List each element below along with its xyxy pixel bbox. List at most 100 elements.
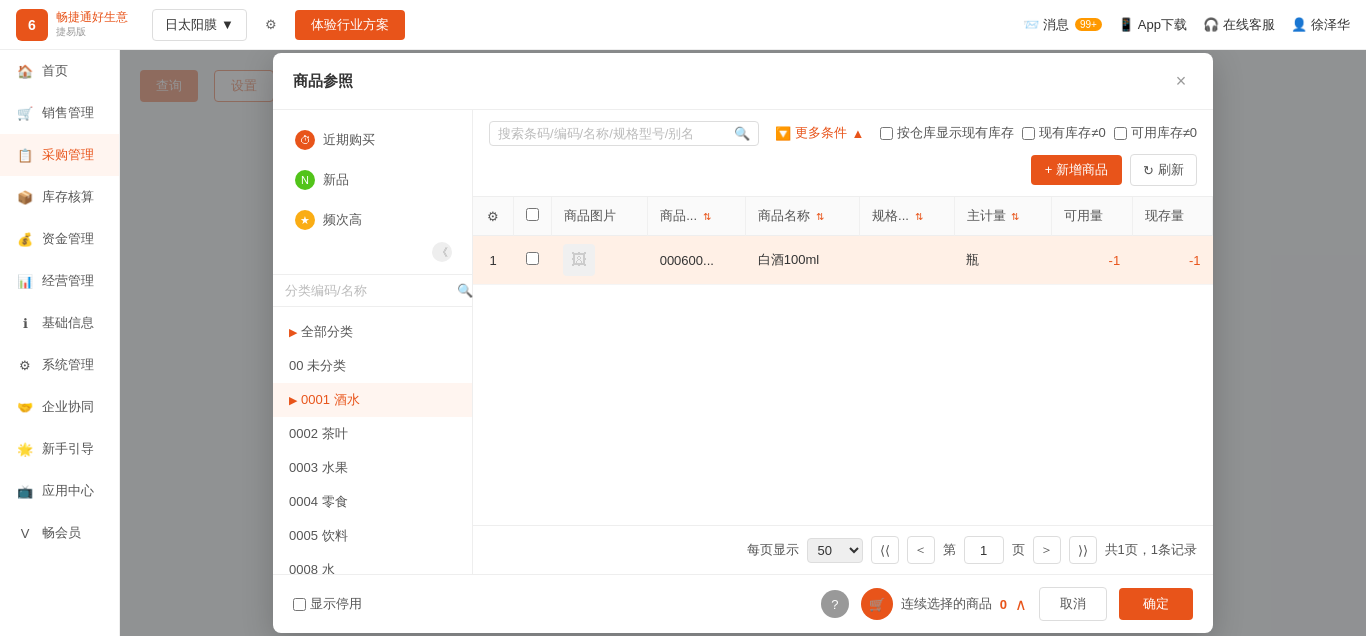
category-label: 0008 水 (289, 561, 335, 574)
modal-close-button[interactable]: × (1169, 69, 1193, 93)
last-page-button[interactable]: ⟩⟩ (1069, 536, 1097, 564)
first-page-button[interactable]: ⟨⟨ (871, 536, 899, 564)
table-row[interactable]: 1 🖼 000600... 白酒100ml (473, 236, 1213, 285)
category-0008[interactable]: 0008 水 (273, 553, 472, 574)
sidebar-item-apps[interactable]: 📺 应用中心 (0, 470, 119, 512)
user-menu[interactable]: 👤 徐泽华 (1291, 16, 1350, 34)
prev-page-button[interactable]: ＜ (907, 536, 935, 564)
cart-icon: 🛒 (16, 104, 34, 122)
sidebar-item-purchase[interactable]: 📋 采购管理 (0, 134, 119, 176)
show-disabled-checkbox[interactable]: 显示停用 (293, 595, 362, 613)
disabled-checkbox[interactable] (293, 598, 306, 611)
category-label: 0002 茶叶 (289, 425, 348, 443)
add-product-button[interactable]: + 新增商品 (1031, 155, 1122, 185)
checkbox-available[interactable]: 可用库存≠0 (1114, 124, 1197, 142)
category-0003[interactable]: 0003 水果 (273, 451, 472, 485)
per-page-select[interactable]: 50 10 20 100 (807, 538, 863, 563)
next-page-button[interactable]: ＞ (1033, 536, 1061, 564)
category-0005[interactable]: 0005 饮料 (273, 519, 472, 553)
sidebar-item-guide[interactable]: 🌟 新手引导 (0, 428, 119, 470)
customer-service[interactable]: 🎧 在线客服 (1203, 16, 1275, 34)
show-disabled-label: 显示停用 (310, 595, 362, 613)
cancel-button[interactable]: 取消 (1039, 587, 1107, 621)
category-0001[interactable]: ▶ 0001 酒水 (273, 383, 472, 417)
sidebar-item-home[interactable]: 🏠 首页 (0, 50, 119, 92)
phone-icon: 📱 (1118, 17, 1134, 32)
sidebar-item-inventory[interactable]: 📦 库存核算 (0, 176, 119, 218)
category-0002[interactable]: 0002 茶叶 (273, 417, 472, 451)
sidebar-item-info[interactable]: ℹ 基础信息 (0, 302, 119, 344)
sidebar-label-apps: 应用中心 (42, 482, 94, 500)
sidebar-item-member[interactable]: V 畅会员 (0, 512, 119, 554)
member-icon: V (16, 524, 34, 542)
user-name: 徐泽华 (1311, 16, 1350, 34)
td-code: 000600... (648, 236, 746, 285)
category-00[interactable]: 00 未分类 (273, 349, 472, 383)
sidebar-item-system[interactable]: ⚙ 系统管理 (0, 344, 119, 386)
checkbox-stock2[interactable]: 现有库存≠0 (1022, 124, 1105, 142)
th-name[interactable]: 商品名称 ⇅ (746, 197, 860, 236)
notifications[interactable]: 📨 消息 99+ (1023, 16, 1102, 34)
trial-button[interactable]: 体验行业方案 (295, 10, 405, 40)
td-spec (860, 236, 955, 285)
page-number-input[interactable] (964, 536, 1004, 564)
cart-collapse-button[interactable]: ∧ (1015, 595, 1027, 614)
th-code[interactable]: 商品... ⇅ (648, 197, 746, 236)
th-spec[interactable]: 规格... ⇅ (860, 197, 955, 236)
info-icon: ℹ (16, 314, 34, 332)
available-label: 可用库存≠0 (1131, 124, 1197, 142)
quick-recent[interactable]: ⏱ 近期购买 (285, 122, 460, 158)
checkbox-stock[interactable]: 按仓库显示现有库存 (880, 124, 1014, 142)
settings-icon[interactable]: ⚙ (255, 9, 287, 41)
category-all[interactable]: ▶ 全部分类 (273, 315, 472, 349)
avatar: 👤 (1291, 17, 1307, 32)
footer-right: ? 🛒 连续选择的商品 0 ∧ 取消 确定 (821, 587, 1193, 621)
category-label: 0005 饮料 (289, 527, 348, 545)
page-text: 第 (943, 541, 956, 559)
stock-checkbox[interactable] (880, 127, 893, 140)
td-image: 🖼 (551, 236, 648, 285)
refresh-button[interactable]: ↻ 刷新 (1130, 154, 1197, 186)
quick-new-label: 新品 (323, 171, 349, 189)
system-icon: ⚙ (16, 356, 34, 374)
td-available: -1 (1052, 236, 1132, 285)
td-check[interactable] (513, 236, 551, 285)
th-settings[interactable]: ⚙ (473, 197, 513, 236)
search-icon: 🔍 (734, 126, 750, 141)
category-arrow: ▶ (289, 326, 297, 339)
sidebar-item-collab[interactable]: 🤝 企业协同 (0, 386, 119, 428)
sidebar-item-sales[interactable]: 🛒 销售管理 (0, 92, 119, 134)
collapse-button[interactable]: 《 (432, 242, 452, 262)
th-available[interactable]: 可用量 (1052, 197, 1132, 236)
quick-recent-label: 近期购买 (323, 131, 375, 149)
search-box: 🔍 (489, 121, 759, 146)
modal-footer: 显示停用 ? 🛒 连续选择的商品 0 ∧ 取消 确定 (273, 574, 1213, 633)
help-icon[interactable]: ? (821, 590, 849, 618)
search-input[interactable] (498, 126, 730, 141)
td-stock: -1 (1132, 236, 1212, 285)
th-check[interactable] (513, 197, 551, 236)
filter-button[interactable]: 🔽 更多条件 ▲ (767, 120, 872, 146)
sidebar-item-finance[interactable]: 💰 资金管理 (0, 218, 119, 260)
quick-freq[interactable]: ★ 频次高 (285, 202, 460, 238)
th-unit[interactable]: 主计量 ⇅ (954, 197, 1051, 236)
modal-body: ⏱ 近期购买 N 新品 ★ 频次高 《 (273, 110, 1213, 574)
app-download[interactable]: 📱 App下载 (1118, 16, 1187, 34)
available-checkbox[interactable] (1114, 127, 1127, 140)
th-unit-label: 主计量 (967, 208, 1006, 223)
select-all-checkbox[interactable] (526, 208, 539, 221)
pagination: 每页显示 50 10 20 100 ⟨⟨ ＜ 第 页 (473, 525, 1213, 574)
main-layout: 🏠 首页 🛒 销售管理 📋 采购管理 📦 库存核算 💰 资金管理 📊 经营管理 … (0, 50, 1366, 636)
sidebar-item-manage[interactable]: 📊 经营管理 (0, 260, 119, 302)
cart-count: 0 (1000, 597, 1007, 612)
quick-new[interactable]: N 新品 (285, 162, 460, 198)
category-0004[interactable]: 0004 零食 (273, 485, 472, 519)
th-stock[interactable]: 现存量 (1132, 197, 1212, 236)
category-search-input[interactable] (285, 283, 453, 298)
row-checkbox[interactable] (526, 252, 539, 265)
confirm-button[interactable]: 确定 (1119, 588, 1193, 620)
category-label: 0004 零食 (289, 493, 348, 511)
dropdown-selector[interactable]: 日太阳膜 ▼ (152, 9, 247, 41)
stock2-checkbox[interactable] (1022, 127, 1035, 140)
category-label: 0001 酒水 (301, 391, 360, 409)
